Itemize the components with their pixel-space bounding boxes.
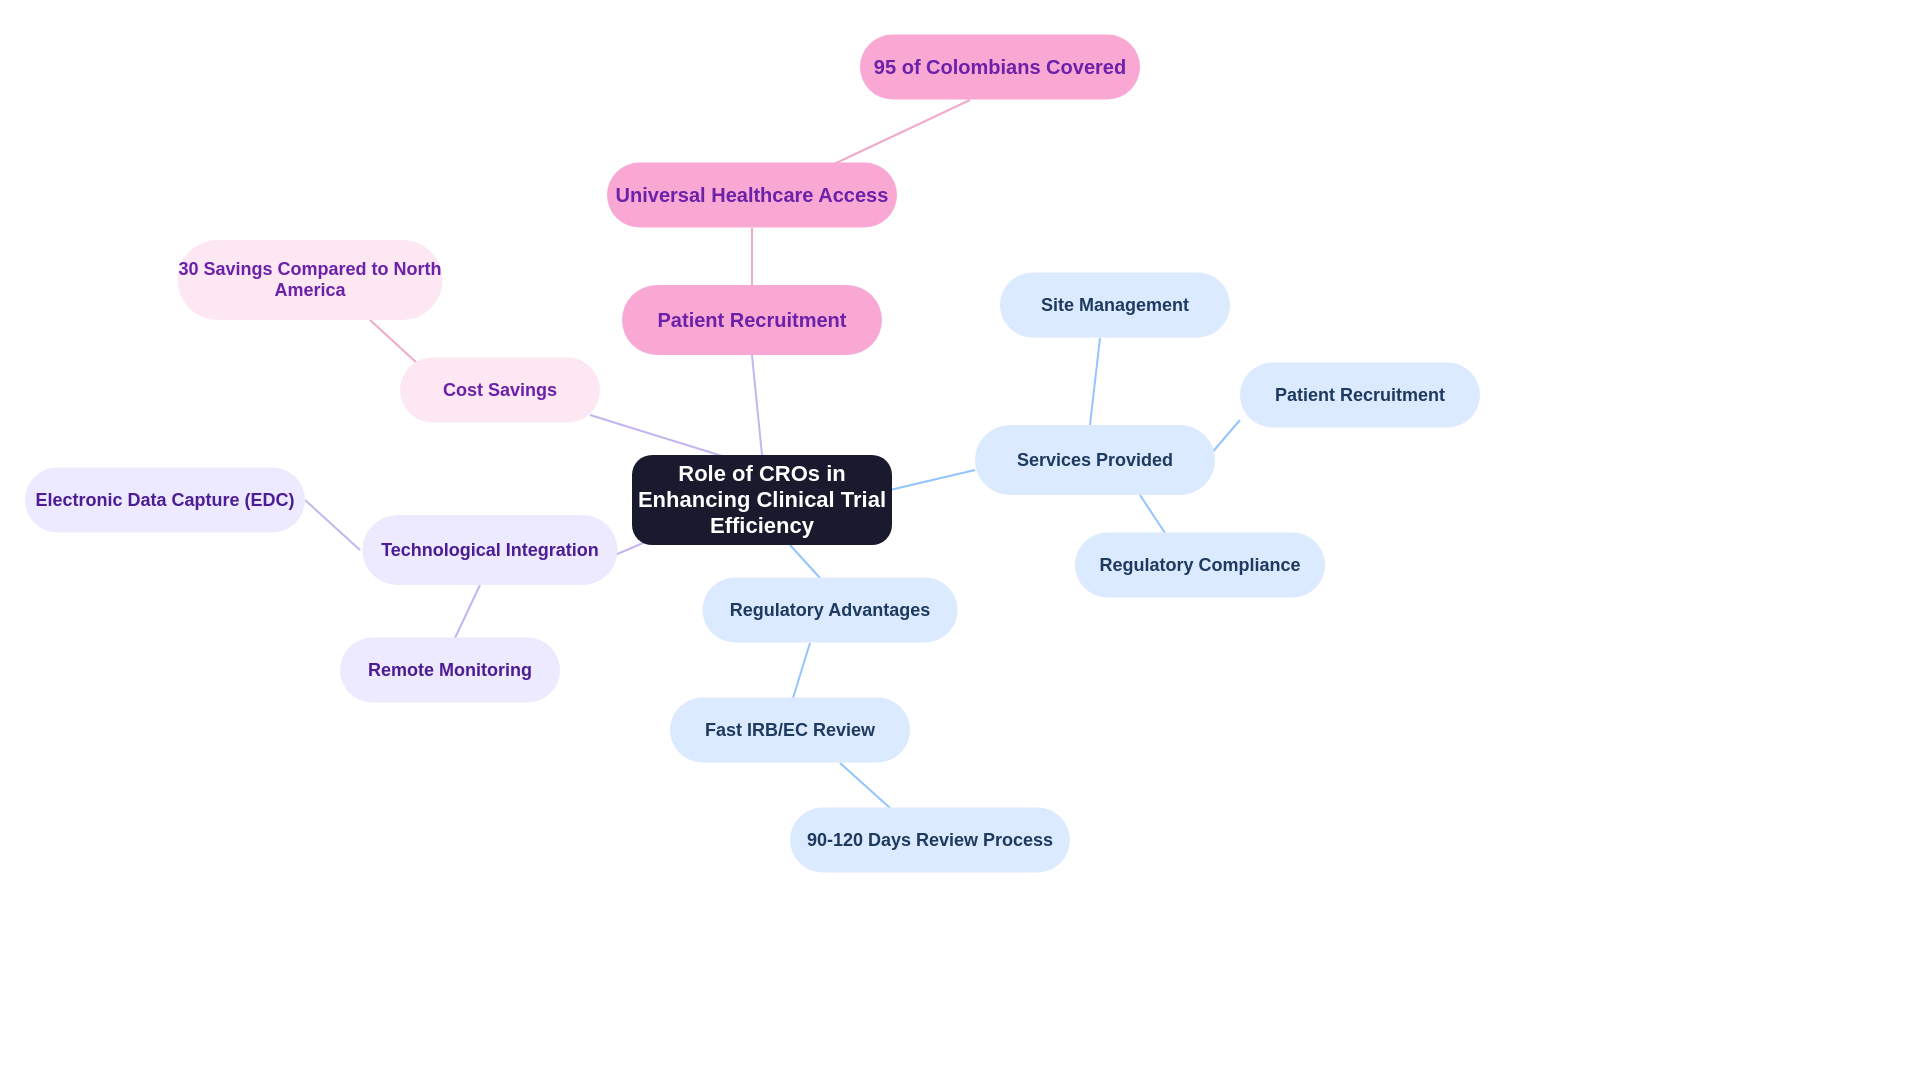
svg-line-7 — [455, 585, 480, 638]
services-provided-node[interactable]: Services Provided — [975, 425, 1215, 495]
svg-line-10 — [840, 763, 890, 808]
mind-map-connections — [0, 0, 1920, 1083]
site-management-label: Site Management — [1041, 295, 1189, 316]
patient-recruitment-right-label: Patient Recruitment — [1275, 385, 1445, 406]
services-provided-label: Services Provided — [1017, 450, 1173, 471]
technological-integration-label: Technological Integration — [381, 540, 599, 561]
center-node[interactable]: Role of CROs in Enhancing Clinical Trial… — [632, 455, 892, 545]
svg-line-8 — [790, 545, 820, 578]
edc-label: Electronic Data Capture (EDC) — [35, 490, 294, 511]
svg-line-0 — [752, 355, 762, 455]
savings-north-america-label: 30 Savings Compared to North America — [178, 259, 443, 301]
colombians-covered-label: 95 of Colombians Covered — [874, 56, 1126, 79]
regulatory-advantages-node[interactable]: Regulatory Advantages — [703, 578, 958, 643]
universal-healthcare-node[interactable]: Universal Healthcare Access — [607, 163, 897, 228]
technological-integration-node[interactable]: Technological Integration — [363, 515, 618, 585]
regulatory-compliance-node[interactable]: Regulatory Compliance — [1075, 533, 1325, 598]
fast-irb-node[interactable]: Fast IRB/EC Review — [670, 698, 910, 763]
remote-monitoring-node[interactable]: Remote Monitoring — [340, 638, 560, 703]
savings-north-america-node[interactable]: 30 Savings Compared to North America — [178, 240, 443, 320]
svg-line-11 — [890, 470, 975, 490]
svg-line-3 — [590, 415, 735, 460]
days-review-node[interactable]: 90-120 Days Review Process — [790, 808, 1070, 873]
remote-monitoring-label: Remote Monitoring — [368, 660, 532, 681]
cost-savings-node[interactable]: Cost Savings — [400, 358, 600, 423]
patient-recruitment-label: Patient Recruitment — [658, 309, 847, 332]
svg-line-12 — [1090, 338, 1100, 425]
universal-healthcare-label: Universal Healthcare Access — [616, 184, 889, 207]
patient-recruitment-node[interactable]: Patient Recruitment — [622, 285, 882, 355]
edc-node[interactable]: Electronic Data Capture (EDC) — [25, 468, 305, 533]
regulatory-advantages-label: Regulatory Advantages — [730, 600, 930, 621]
cost-savings-label: Cost Savings — [443, 380, 557, 401]
site-management-node[interactable]: Site Management — [1000, 273, 1230, 338]
fast-irb-label: Fast IRB/EC Review — [705, 720, 875, 741]
days-review-label: 90-120 Days Review Process — [807, 830, 1053, 851]
colombians-covered-node[interactable]: 95 of Colombians Covered — [860, 35, 1140, 100]
center-label: Role of CROs in Enhancing Clinical Trial… — [632, 461, 892, 539]
patient-recruitment-right-node[interactable]: Patient Recruitment — [1240, 363, 1480, 428]
svg-line-6 — [305, 500, 360, 550]
svg-line-14 — [1140, 495, 1165, 533]
regulatory-compliance-label: Regulatory Compliance — [1099, 555, 1300, 576]
svg-line-9 — [793, 643, 810, 698]
svg-line-13 — [1210, 420, 1240, 455]
